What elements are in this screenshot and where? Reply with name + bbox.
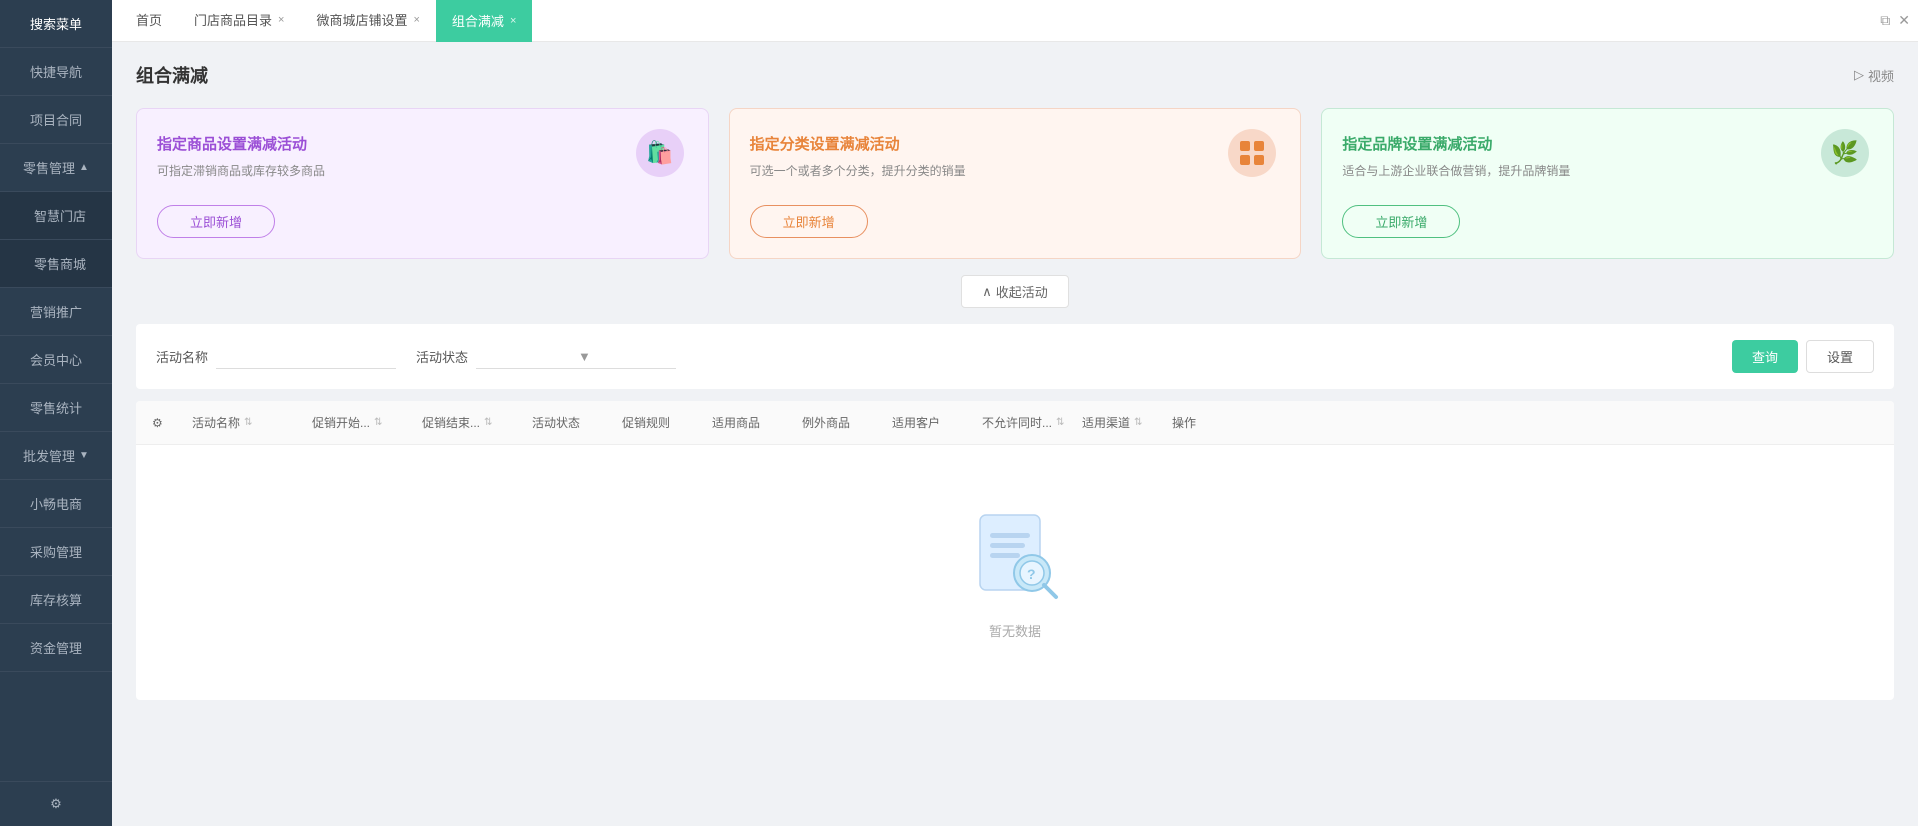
tab-combo-discount[interactable]: 组合满减 × (436, 0, 532, 42)
card-brand-icon: 🌿 (1821, 129, 1869, 177)
tab-combo-discount-close[interactable]: × (510, 15, 516, 27)
th-channel[interactable]: 适用渠道 ⇅ (1074, 414, 1164, 431)
sort-nodup-icon: ⇅ (1056, 417, 1064, 428)
sort-name-icon: ⇅ (244, 417, 252, 428)
tab-home[interactable]: 首页 (120, 0, 178, 42)
sidebar-settings-button[interactable]: ⚙ (0, 781, 112, 826)
sidebar-item-retail-mgmt[interactable]: 零售管理 ▲ (0, 144, 112, 192)
sidebar: 搜索菜单 快捷导航 项目合同 零售管理 ▲ 智慧门店 零售商城 营销推广 会员中… (0, 0, 112, 826)
tab-store-catalog[interactable]: 门店商品目录 × (178, 0, 300, 42)
card-category-desc: 可选一个或者多个分类，提升分类的销量 (750, 162, 1281, 181)
page-header: 组合满减 ▷ 视频 (136, 62, 1894, 88)
page-title: 组合满减 (136, 62, 208, 88)
card-product-add-button[interactable]: 立即新增 (157, 205, 275, 238)
card-category-title: 指定分类设置满减活动 (750, 133, 1281, 154)
sort-channel-icon: ⇅ (1134, 417, 1142, 428)
table-header: ⚙ 活动名称 ⇅ 促销开始... ⇅ 促销结束... ⇅ 活动状态 (136, 401, 1894, 445)
sidebar-item-quick-nav[interactable]: 快捷导航 (0, 48, 112, 96)
sidebar-item-member-center[interactable]: 会员中心 (0, 336, 112, 384)
sort-end-icon: ⇅ (484, 417, 492, 428)
tab-store-catalog-close[interactable]: × (278, 14, 284, 26)
svg-text:?: ? (1027, 566, 1036, 582)
card-brand-title: 指定品牌设置满减活动 (1342, 133, 1873, 154)
retail-mgmt-arrow-icon: ▲ (79, 162, 89, 173)
sort-start-icon: ⇅ (374, 417, 382, 428)
th-customer: 适用客户 (884, 414, 974, 431)
card-category-icon (1228, 129, 1276, 177)
th-op: 操作 (1164, 414, 1886, 431)
close-button[interactable]: ✕ (1898, 12, 1910, 29)
filter-status-item: 活动状态 ▼ (416, 345, 676, 369)
card-product-icon: 🛍️ (636, 129, 684, 177)
filter-status-select[interactable]: ▼ (476, 345, 676, 369)
filter-row: 活动名称 活动状态 ▼ 查询 设置 (136, 324, 1894, 389)
table-wrap: ⚙ 活动名称 ⇅ 促销开始... ⇅ 促销结束... ⇅ 活动状态 (136, 401, 1894, 700)
tab-bar: 首页 门店商品目录 × 微商城店铺设置 × 组合满减 × ⧉ ✕ (112, 0, 1918, 42)
card-product: 指定商品设置满减活动 可指定滞销商品或库存较多商品 🛍️ 立即新增 (136, 108, 709, 259)
collapse-bar: ∧ 收起活动 (136, 275, 1894, 308)
collapse-button[interactable]: ∧ 收起活动 (961, 275, 1069, 308)
activity-cards-row: 指定商品设置满减活动 可指定滞销商品或库存较多商品 🛍️ 立即新增 指定分类设置… (136, 108, 1894, 259)
card-category-add-button[interactable]: 立即新增 (750, 205, 868, 238)
play-circle-icon: ▷ (1854, 67, 1864, 83)
empty-text: 暂无数据 (989, 621, 1041, 640)
filter-name-item: 活动名称 (156, 345, 396, 369)
sidebar-item-wholesale-mgmt[interactable]: 批发管理 ▼ (0, 432, 112, 480)
filter-actions: 查询 设置 (1732, 340, 1874, 373)
th-goods: 适用商品 (704, 414, 794, 431)
card-category: 指定分类设置满减活动 可选一个或者多个分类，提升分类的销量 立即新增 (729, 108, 1302, 259)
th-except: 例外商品 (794, 414, 884, 431)
card-brand-desc: 适合与上游企业联合做营销，提升品牌销量 (1342, 162, 1873, 181)
restore-button[interactable]: ⧉ (1880, 12, 1890, 29)
filter-status-label: 活动状态 (416, 347, 468, 366)
empty-state: ? 暂无数据 (136, 445, 1894, 700)
th-end[interactable]: 促销结束... ⇅ (414, 414, 524, 431)
sidebar-item-inventory-calc[interactable]: 库存核算 (0, 576, 112, 624)
filter-name-input[interactable] (216, 345, 396, 369)
th-name[interactable]: 活动名称 ⇅ (184, 414, 304, 431)
settings-icon: ⚙ (152, 416, 163, 430)
card-brand: 指定品牌设置满减活动 适合与上游企业联合做营销，提升品牌销量 🌿 立即新增 (1321, 108, 1894, 259)
filter-name-label: 活动名称 (156, 347, 208, 366)
th-start[interactable]: 促销开始... ⇅ (304, 414, 414, 431)
video-link[interactable]: ▷ 视频 (1854, 66, 1894, 85)
tab-wechat-store-close[interactable]: × (413, 14, 419, 26)
card-brand-add-button[interactable]: 立即新增 (1342, 205, 1460, 238)
sidebar-item-finance-mgmt[interactable]: 资金管理 (0, 624, 112, 672)
card-product-title: 指定商品设置满减活动 (157, 133, 688, 154)
sidebar-item-marketing[interactable]: 营销推广 (0, 288, 112, 336)
th-rule: 促销规则 (614, 414, 704, 431)
empty-illustration: ? (960, 505, 1070, 605)
th-status: 活动状态 (524, 414, 614, 431)
collapse-icon: ∧ (982, 284, 992, 300)
page-content: 组合满减 ▷ 视频 指定商品设置满减活动 可指定滞销商品或库存较多商品 🛍️ 立… (112, 42, 1918, 826)
window-controls: ⧉ ✕ (1880, 12, 1910, 29)
chevron-down-icon: ▼ (578, 349, 676, 364)
card-product-desc: 可指定滞销商品或库存较多商品 (157, 162, 688, 181)
sidebar-item-purchase-mgmt[interactable]: 采购管理 (0, 528, 112, 576)
sidebar-item-retail-stats[interactable]: 零售统计 (0, 384, 112, 432)
sidebar-item-retail-mall[interactable]: 零售商城 (0, 240, 112, 288)
th-settings[interactable]: ⚙ (144, 416, 184, 430)
sidebar-item-xiaochangec[interactable]: 小畅电商 (0, 480, 112, 528)
sidebar-search[interactable]: 搜索菜单 (0, 0, 112, 48)
main-area: 首页 门店商品目录 × 微商城店铺设置 × 组合满减 × ⧉ ✕ 组合满减 ▷ … (112, 0, 1918, 826)
th-nodup[interactable]: 不允许同时... ⇅ (974, 414, 1074, 431)
setting-button[interactable]: 设置 (1806, 340, 1874, 373)
query-button[interactable]: 查询 (1732, 340, 1798, 373)
sidebar-item-project-contract[interactable]: 项目合同 (0, 96, 112, 144)
wholesale-arrow-icon: ▼ (79, 450, 89, 461)
tab-wechat-store[interactable]: 微商城店铺设置 × (300, 0, 435, 42)
sidebar-item-smart-store[interactable]: 智慧门店 (0, 192, 112, 240)
